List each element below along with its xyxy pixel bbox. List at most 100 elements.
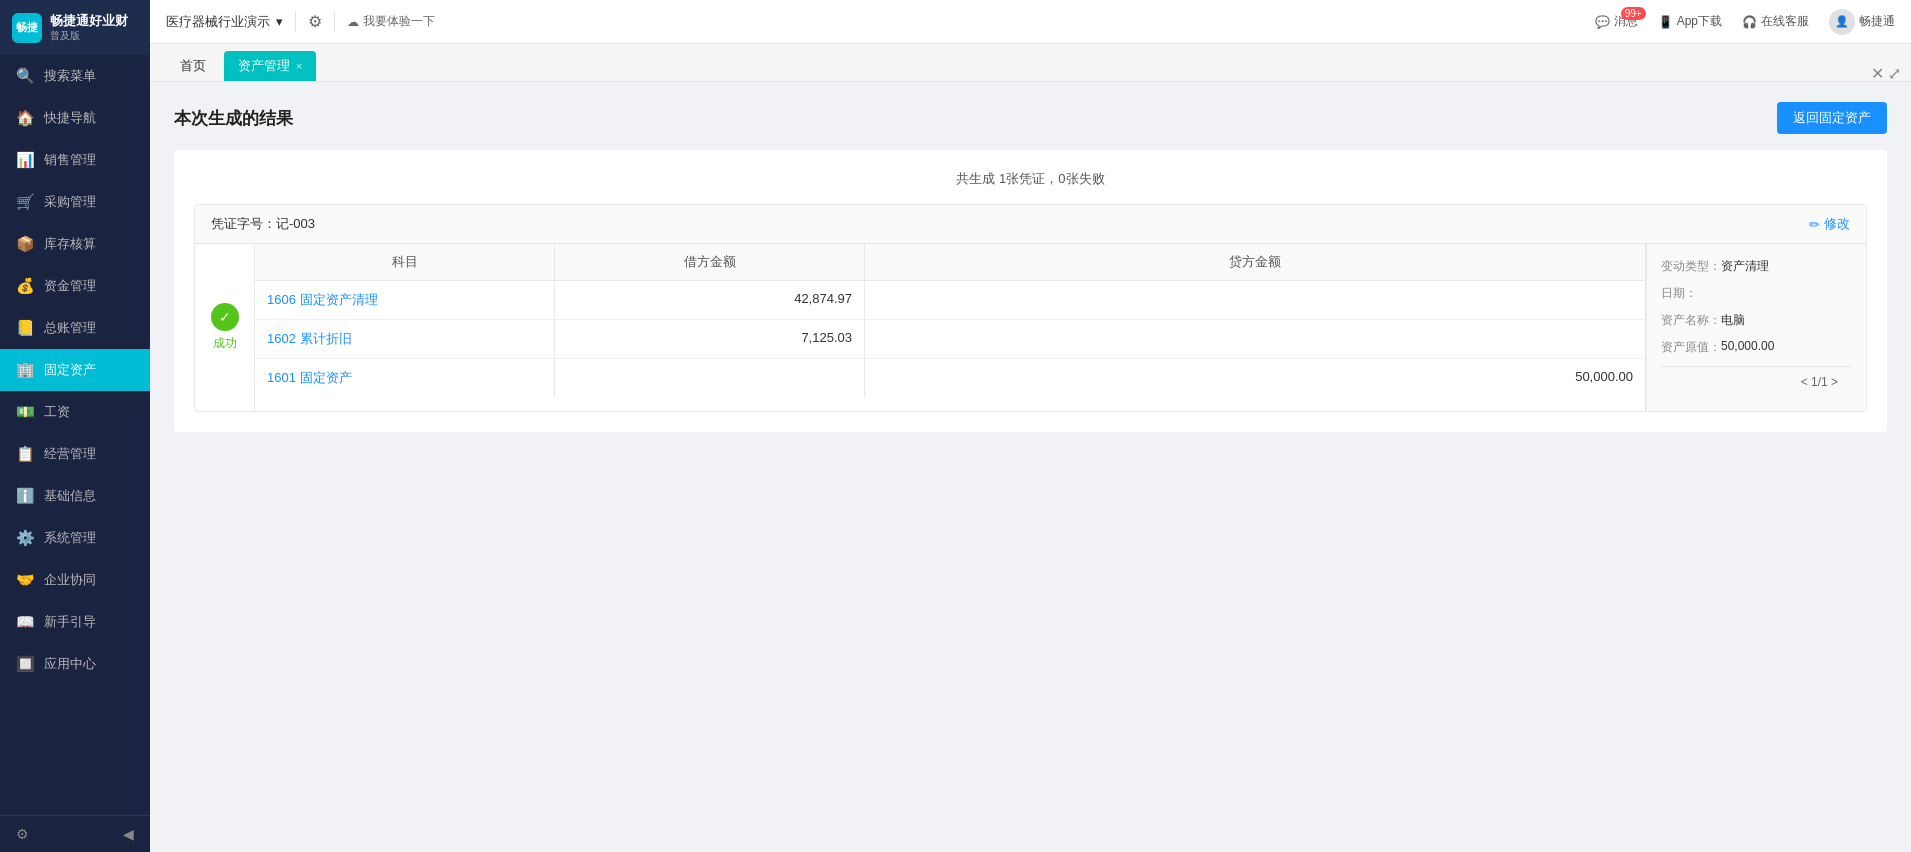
sidebar-item-search[interactable]: 🔍 搜索菜单 [0,55,150,97]
table-row: 1602 累计折旧 7,125.03 [255,320,1645,359]
sidebar-item-inventory[interactable]: 📦 库存核算 [0,223,150,265]
sidebar-label-inventory: 库存核算 [44,235,96,253]
tab-close-assets[interactable]: × [296,60,302,72]
sidebar-item-payroll[interactable]: 💵工资 [0,391,150,433]
app-download-label: App下载 [1677,13,1722,30]
guide-icon: 📖 [16,613,34,631]
sidebar-item-assets[interactable]: 🏢固定资产 [0,349,150,391]
sidebar-item-basics[interactable]: ℹ️ 基础信息 [0,475,150,517]
cell-subject-1: 1602 累计折旧 [255,320,555,358]
logo-title: 畅捷通好业财 [50,13,128,30]
date-label: 日期： [1661,285,1716,302]
sidebar-label-operations: 经营管理 [44,445,96,463]
search-icon: 🔍 [16,67,34,85]
sidebar-item-system[interactable]: ⚙️系统管理 [0,517,150,559]
sidebar-item-ledger[interactable]: 📒 总账管理 [0,307,150,349]
message-icon: 💬 [1595,15,1610,29]
main: 医疗器械行业演示 ▾ ⚙ ☁ 我要体验一下 💬 消息 99+ 📱 App下载 [150,0,1911,852]
sidebar-label-collab: 企业协同 [44,571,96,589]
sidebar-item-appcenter[interactable]: 🔲应用中心 [0,643,150,685]
sidebar-nav: 🔍 搜索菜单 🏠快捷导航📊销售管理🛒采购管理 📦 库存核算 💰 资金管理 📒 总账管理 🏢固定资产… [0,55,150,815]
page-title: 本次生成的结果 [174,107,293,130]
trial-label: 我要体验一下 [363,13,435,30]
company-selector[interactable]: 医疗器械行业演示 ▾ [166,13,283,31]
change-type-row: 变动类型： 资产清理 [1661,258,1852,275]
online-service-item[interactable]: 🎧 在线客服 [1742,13,1809,30]
voucher-edit-button[interactable]: ✏ 修改 [1809,215,1850,233]
trial-button[interactable]: ☁ 我要体验一下 [347,13,435,30]
col-debit: 借方金额 [555,244,865,280]
expand-panel-button[interactable]: ⤢ [1888,64,1901,83]
sidebar-label-search: 搜索菜单 [44,67,96,85]
cell-credit-0 [865,281,1645,319]
app-download-item[interactable]: 📱 App下载 [1658,13,1722,30]
sidebar-logo: 畅捷 畅捷通好业财 普及版 [0,0,150,55]
sidebar-item-quicknav[interactable]: 🏠快捷导航 [0,97,150,139]
sidebar-label-ledger: 总账管理 [44,319,96,337]
table-header: 科目 借方金额 贷方金额 [255,244,1645,281]
inventory-icon: 📦 [16,235,34,253]
voucher-status-col: ✓ 成功 [195,244,255,411]
cell-debit-1: 7,125.03 [555,320,865,358]
settings-icon[interactable]: ⚙ [16,826,29,842]
message-item[interactable]: 💬 消息 99+ [1595,13,1638,30]
page-header: 本次生成的结果 返回固定资产 [174,102,1887,134]
pagination[interactable]: < 1/1 > [1661,366,1852,397]
panel-controls: ✕ ⤢ [1861,56,1911,91]
side-info-panel: 变动类型： 资产清理 日期： 资产名称： 电脑 [1646,244,1866,411]
voucher-body: ✓ 成功 科目 借方金额 贷方金额 1606 固定资产清理 [195,244,1866,411]
voucher-card: 凭证字号：记-003 ✏ 修改 ✓ 成功 [194,204,1867,412]
tab-assets[interactable]: 资产管理× [224,51,316,81]
change-type-value: 资产清理 [1721,258,1769,275]
funds-icon: 💰 [16,277,34,295]
ledger-icon: 📒 [16,319,34,337]
sidebar-item-sales[interactable]: 📊销售管理 [0,139,150,181]
assets-icon: 🏢 [16,361,34,379]
voucher-table: 科目 借方金额 贷方金额 1606 固定资产清理 42,874.97 1602 … [255,244,1646,411]
date-row: 日期： [1661,285,1852,302]
voucher-header: 凭证字号：记-003 ✏ 修改 [195,205,1866,244]
dropdown-icon: ▾ [276,14,283,29]
user-item[interactable]: 👤 畅捷通 [1829,9,1895,35]
tab-home[interactable]: 首页 [166,51,220,81]
sidebar-item-purchase[interactable]: 🛒采购管理 [0,181,150,223]
return-button[interactable]: 返回固定资产 [1777,102,1887,134]
sidebar-label-system: 系统管理 [44,529,96,547]
original-value-label: 资产原值： [1661,339,1721,356]
sidebar-footer: ⚙ ◀ [0,815,150,852]
collapse-icon[interactable]: ◀ [123,826,134,842]
cell-debit-0: 42,874.97 [555,281,865,319]
basics-icon: ℹ️ [16,487,34,505]
sidebar-item-operations[interactable]: 📋经营管理 [0,433,150,475]
collab-icon: 🤝 [16,571,34,589]
voucher-number: 凭证字号：记-003 [211,215,315,233]
sidebar-item-guide[interactable]: 📖 新手引导 [0,601,150,643]
col-credit: 贷方金额 [865,244,1645,280]
mobile-icon: 📱 [1658,15,1673,29]
close-panel-button[interactable]: ✕ [1871,64,1884,83]
sidebar-label-sales: 销售管理 [44,151,96,169]
sidebar-item-collab[interactable]: 🤝 企业协同 [0,559,150,601]
logo-subtitle: 普及版 [50,29,128,42]
service-icon: 🎧 [1742,15,1757,29]
sidebar-label-appcenter: 应用中心 [44,655,96,673]
main-wrapper: 医疗器械行业演示 ▾ ⚙ ☁ 我要体验一下 💬 消息 99+ 📱 App下载 [150,0,1911,852]
topbar-settings-icon[interactable]: ⚙ [308,12,322,31]
sidebar-label-basics: 基础信息 [44,487,96,505]
user-avatar: 👤 [1829,9,1855,35]
asset-name-value: 电脑 [1721,312,1745,329]
cell-credit-2: 50,000.00 [865,359,1645,397]
success-label: 成功 [213,335,237,352]
topbar-right: 💬 消息 99+ 📱 App下载 🎧 在线客服 👤 畅捷通 [1595,9,1895,35]
logo-icon: 畅捷 [12,13,42,43]
topbar-divider [295,12,296,32]
sidebar-item-funds[interactable]: 💰 资金管理 [0,265,150,307]
sidebar-label-guide: 新手引导 [44,613,96,631]
table-row: 1601 固定资产 50,000.00 [255,359,1645,397]
result-panel: 共生成 1张凭证，0张失败 凭证字号：记-003 ✏ 修改 ✓ [174,150,1887,432]
tabbar: 首页资产管理× [150,44,1911,82]
cell-credit-1 [865,320,1645,358]
quicknav-icon: 🏠 [16,109,34,127]
sidebar-label-funds: 资金管理 [44,277,96,295]
cell-debit-2 [555,359,865,397]
